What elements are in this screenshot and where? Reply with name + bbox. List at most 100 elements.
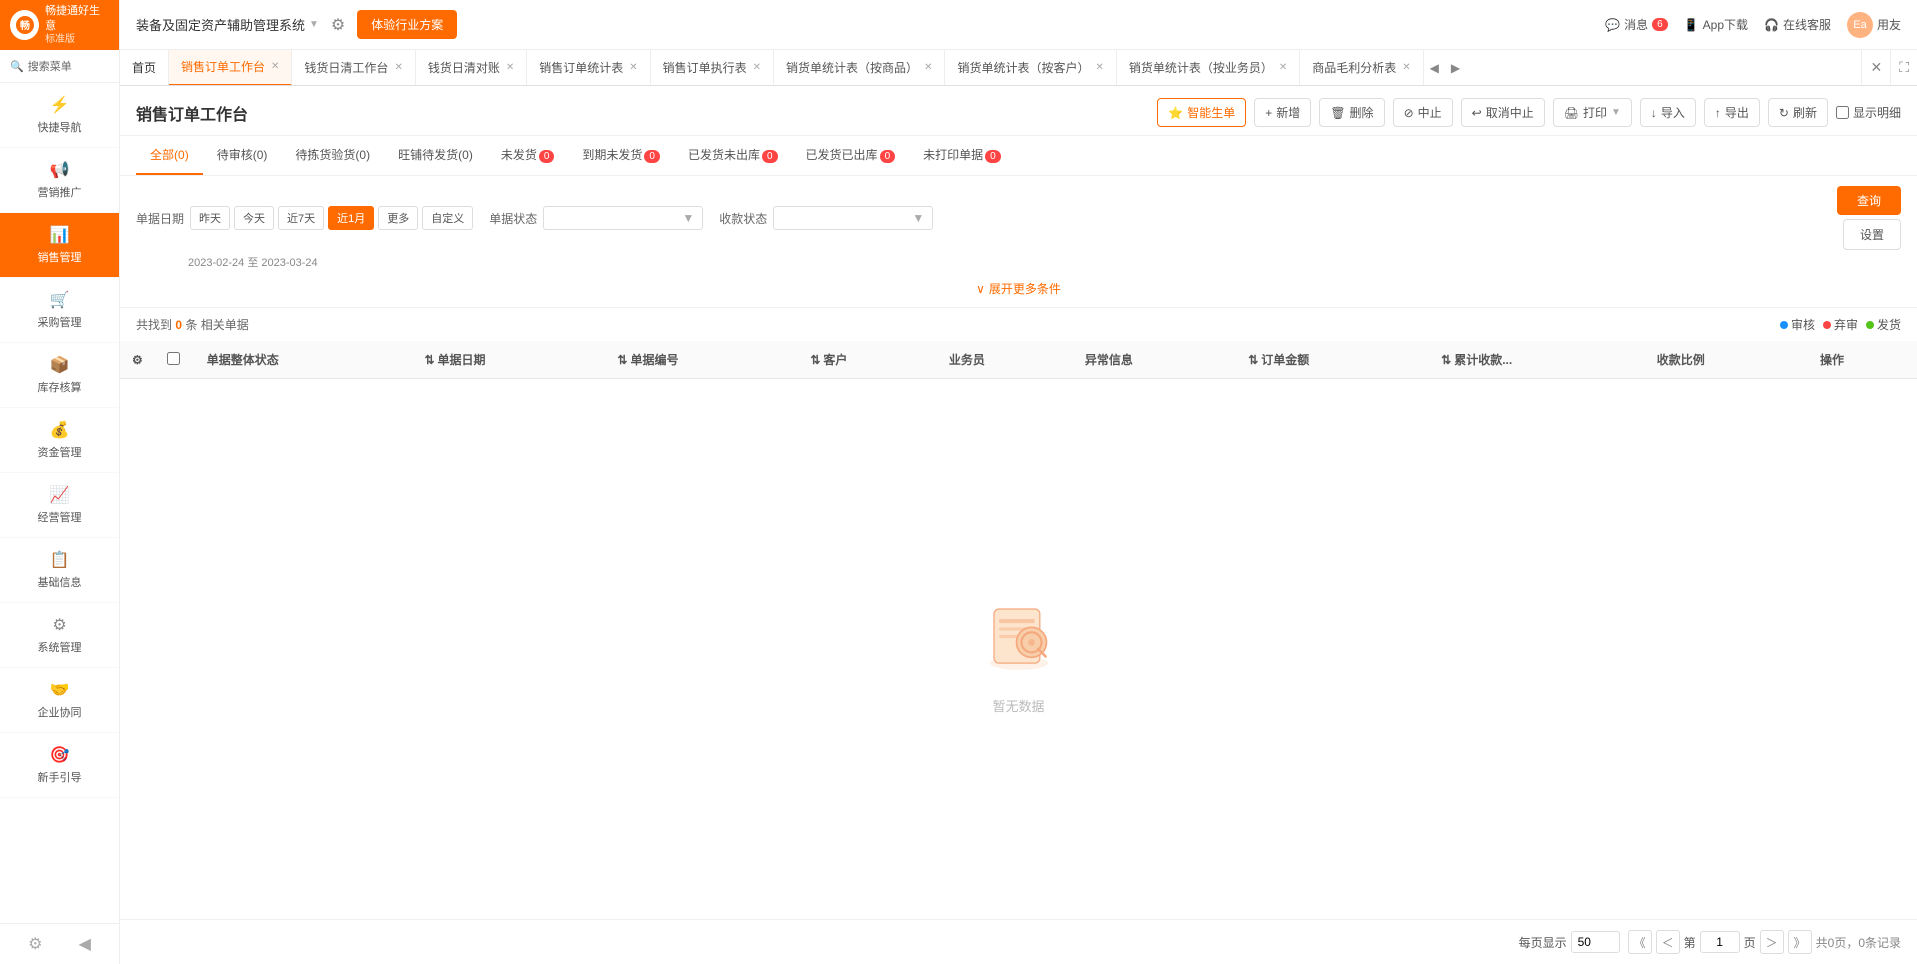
nav-icon-sales: 📊: [50, 225, 70, 245]
tab-cash-daily[interactable]: 钱货日清工作台 ✕: [292, 50, 415, 86]
payment-select[interactable]: ▼: [773, 206, 933, 230]
search-menu[interactable]: 🔍 搜索菜单: [0, 50, 119, 83]
subtab-not-printed[interactable]: 未打印单据0: [909, 136, 1015, 175]
user-area[interactable]: Ea 用友: [1847, 12, 1901, 38]
refresh-button[interactable]: ↻ 刷新: [1768, 98, 1828, 127]
select-all-checkbox[interactable]: [167, 352, 180, 365]
tab-close-staff[interactable]: ✕: [1279, 62, 1287, 73]
sidebar-item-purchase[interactable]: 🛒 采购管理: [0, 278, 119, 343]
industry-solution-button[interactable]: 体验行业方案: [357, 10, 457, 39]
print-button[interactable]: 🖨 打印 ▼: [1553, 98, 1632, 127]
page-first-btn[interactable]: 《: [1628, 930, 1652, 954]
chevron-down-icon: ▼: [309, 19, 319, 30]
tab-close-cash-reconcile[interactable]: ✕: [506, 62, 514, 73]
sidebar-item-finance[interactable]: 💰 资金管理: [0, 408, 119, 473]
tab-sales-summary-staff[interactable]: 销货单统计表（按业务员） ✕: [1117, 50, 1300, 86]
sidebar-item-basic-info[interactable]: 📋 基础信息: [0, 538, 119, 603]
tab-close-sales-workbench[interactable]: ✕: [271, 61, 279, 72]
date-btn-yesterday[interactable]: 昨天: [190, 206, 230, 230]
delete-button[interactable]: 🗑 删除: [1319, 98, 1384, 127]
nav-icon-purchase: 🛒: [50, 290, 70, 310]
subtab-shipped-out[interactable]: 已发货已出库0: [792, 136, 910, 175]
subtab-overdue-not-shipped[interactable]: 到期未发货0: [568, 136, 674, 175]
subtab-not-shipped[interactable]: 未发货0: [487, 136, 569, 175]
col-abnormal: 异常信息: [1073, 341, 1236, 379]
subtab-pending-review[interactable]: 待审核(0): [203, 136, 282, 175]
ship-op-btn[interactable]: 发货: [1866, 316, 1901, 333]
col-received: ⇅ 累计收款...: [1429, 341, 1645, 379]
query-button[interactable]: 查询: [1837, 186, 1901, 215]
cancel-review-dot-icon: [1823, 321, 1831, 329]
settings-bottom-btn[interactable]: ⚙: [28, 934, 42, 954]
review-dot-icon: [1780, 321, 1788, 329]
settings-icon[interactable]: ⚙: [331, 15, 345, 35]
date-btn-last1m[interactable]: 近1月: [328, 206, 374, 230]
tab-close-gross[interactable]: ✕: [1402, 62, 1410, 73]
status-select[interactable]: ▼: [543, 206, 703, 230]
tab-close-cash-daily[interactable]: ✕: [394, 62, 402, 73]
sidebar-item-guide[interactable]: 🎯 新手引导: [0, 733, 119, 798]
system-selector[interactable]: 装备及固定资产辅助管理系统 ▼: [136, 15, 319, 34]
sidebar-item-marketing[interactable]: 📢 营销推广: [0, 148, 119, 213]
date-btn-more[interactable]: 更多: [378, 206, 418, 230]
date-btn-last7[interactable]: 近7天: [278, 206, 324, 230]
tab-fullscreen-btn[interactable]: ⛶: [1890, 50, 1917, 86]
page-last-btn[interactable]: 》: [1788, 930, 1812, 954]
tab-close-sales-stats[interactable]: ✕: [629, 62, 637, 73]
sidebar-item-inventory[interactable]: 📦 库存核算: [0, 343, 119, 408]
smart-create-button[interactable]: ⭐ 智能生单: [1157, 98, 1246, 127]
col-date: ⇅ 单据日期: [412, 341, 605, 379]
show-detail-checkbox[interactable]: [1836, 106, 1849, 119]
tab-close-sales-exec[interactable]: ✕: [753, 62, 761, 73]
tab-nav-next[interactable]: ▶: [1445, 50, 1466, 86]
stop-button[interactable]: ⊘ 中止: [1393, 98, 1453, 127]
tab-cash-reconcile[interactable]: 钱货日清对账 ✕: [416, 50, 527, 86]
set-button[interactable]: 设置: [1843, 219, 1901, 250]
sidebar-item-operations[interactable]: 📈 经营管理: [0, 473, 119, 538]
tab-close-customer[interactable]: ✕: [1095, 62, 1103, 73]
online-service-btn[interactable]: 🎧 在线客服: [1764, 16, 1831, 33]
tab-sales-stats[interactable]: 销售订单统计表 ✕: [527, 50, 650, 86]
page-next-btn[interactable]: ＞: [1760, 930, 1784, 954]
subtab-all[interactable]: 全部(0): [136, 136, 203, 175]
subtab-pending-inspect[interactable]: 待拣货验货(0): [281, 136, 384, 175]
page-size-select[interactable]: 20 50 100: [1571, 931, 1620, 953]
col-ratio: 收款比例: [1645, 341, 1808, 379]
tab-sales-summary-product[interactable]: 销货单统计表（按商品） ✕: [774, 50, 945, 86]
settings-col-icon[interactable]: ⚙: [132, 353, 143, 367]
tab-close-all-btn[interactable]: ✕: [1861, 50, 1890, 86]
page-prev-btn[interactable]: ＜: [1656, 930, 1680, 954]
export-button[interactable]: ↑ 导出: [1704, 98, 1760, 127]
tab-sales-exec[interactable]: 销售订单执行表 ✕: [651, 50, 774, 86]
tab-gross-margin[interactable]: 商品毛利分析表 ✕: [1300, 50, 1423, 86]
date-btn-custom[interactable]: 自定义: [422, 206, 473, 230]
tab-sales-workbench[interactable]: 销售订单工作台 ✕: [169, 50, 292, 86]
sidebar-item-enterprise[interactable]: 🤝 企业协同: [0, 668, 119, 733]
nav-icon-basic: 📋: [50, 550, 70, 570]
subtab-wangpu[interactable]: 旺铺待发货(0): [384, 136, 487, 175]
avatar: Ea: [1847, 12, 1873, 38]
sidebar-item-sales[interactable]: 📊 销售管理: [0, 213, 119, 278]
cancel-stop-button[interactable]: ↩ 取消中止: [1461, 98, 1545, 127]
filter-row-date-range: 2023-02-24 至 2023-03-24: [136, 250, 1901, 270]
tab-nav-prev[interactable]: ◀: [1424, 50, 1445, 86]
subtab-shipped-not-out[interactable]: 已发货未出库0: [674, 136, 792, 175]
message-btn[interactable]: 💬 消息 6: [1605, 16, 1668, 33]
expand-filter-btn[interactable]: ∨ 展开更多条件: [976, 280, 1061, 297]
date-btn-today[interactable]: 今天: [234, 206, 274, 230]
chevron-down-expand-icon: ∨: [976, 282, 985, 296]
add-button[interactable]: + 新增: [1254, 98, 1311, 127]
sidebar-item-quick-nav[interactable]: ⚡ 快捷导航: [0, 83, 119, 148]
tab-sales-summary-customer[interactable]: 销货单统计表（按客户） ✕: [945, 50, 1116, 86]
tab-home[interactable]: 首页: [120, 50, 169, 86]
collapse-btn[interactable]: ◀: [79, 934, 91, 954]
app-download-btn[interactable]: 📱 App下载: [1684, 16, 1748, 33]
tab-close-product[interactable]: ✕: [924, 62, 932, 73]
page-input[interactable]: [1700, 931, 1740, 953]
show-detail-toggle[interactable]: 显示明细: [1836, 104, 1901, 121]
table-scroll: ⚙ 单据整体状态: [120, 341, 1917, 379]
import-button[interactable]: ↓ 导入: [1640, 98, 1696, 127]
sidebar-item-system[interactable]: ⚙ 系统管理: [0, 603, 119, 668]
review-op-btn[interactable]: 审核: [1780, 316, 1815, 333]
cancel-review-op-btn[interactable]: 弃审: [1823, 316, 1858, 333]
